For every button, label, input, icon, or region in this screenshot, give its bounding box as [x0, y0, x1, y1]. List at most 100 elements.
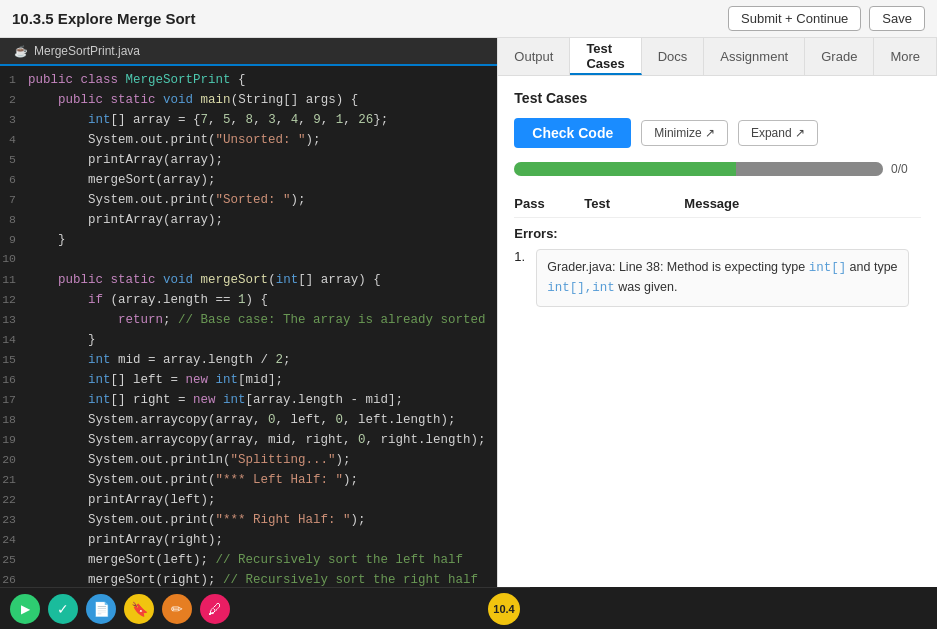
line-number: 7 — [0, 191, 28, 209]
line-code: if (array.length == 1) { — [28, 290, 268, 310]
save-button[interactable]: Save — [869, 6, 925, 31]
line-number: 12 — [0, 291, 28, 309]
code-line: 23 System.out.print("*** Right Half: "); — [0, 510, 497, 530]
code-line: 19 System.arraycopy(array, mid, right, 0… — [0, 430, 497, 450]
java-icon: ☕ — [14, 45, 28, 58]
error-type1: int[] — [809, 261, 847, 275]
version-number: 10.4 — [488, 593, 520, 625]
line-number: 22 — [0, 491, 28, 509]
tab-nav: OutputTest CasesDocsAssignmentGradeMore — [498, 38, 937, 76]
code-line: 1public class MergeSortPrint { — [0, 70, 497, 90]
code-line: 21 System.out.print("*** Left Half: "); — [0, 470, 497, 490]
code-line: 16 int[] left = new int[mid]; — [0, 370, 497, 390]
code-line: 2 public static void main(String[] args)… — [0, 90, 497, 110]
header-message: Message — [684, 196, 921, 211]
errors-title: Errors: — [514, 226, 921, 241]
tab-assignment[interactable]: Assignment — [704, 38, 805, 75]
line-number: 25 — [0, 551, 28, 569]
line-number: 4 — [0, 131, 28, 149]
submit-continue-button[interactable]: Submit + Continue — [728, 6, 861, 31]
line-number: 20 — [0, 451, 28, 469]
tab-test-cases[interactable]: Test Cases — [570, 38, 641, 75]
tab-docs[interactable]: Docs — [642, 38, 705, 75]
line-code: System.out.print("*** Right Half: "); — [28, 510, 366, 530]
check-code-button[interactable]: Check Code — [514, 118, 631, 148]
top-bar: 10.3.5 Explore Merge Sort Submit + Conti… — [0, 0, 937, 38]
results-header: Pass Test Message — [514, 190, 921, 218]
line-number: 19 — [0, 431, 28, 449]
right-panel: OutputTest CasesDocsAssignmentGradeMore … — [497, 38, 937, 587]
line-code: printArray(array); — [28, 150, 223, 170]
bookmark-button[interactable]: 🔖 — [124, 594, 154, 624]
highlight-button[interactable]: 🖊 — [200, 594, 230, 624]
check-button[interactable]: ✓ — [48, 594, 78, 624]
code-line: 13 return; // Base case: The array is al… — [0, 310, 497, 330]
progress-bar — [514, 162, 883, 176]
line-number: 6 — [0, 171, 28, 189]
line-number: 3 — [0, 111, 28, 129]
error-text-mid: and type — [846, 260, 897, 274]
line-code: public static void main(String[] args) { — [28, 90, 358, 110]
doc-button[interactable]: 📄 — [86, 594, 116, 624]
line-number: 16 — [0, 371, 28, 389]
error-box: Grader.java: Line 38: Method is expectin… — [536, 249, 908, 307]
video-button[interactable]: ▶ — [10, 594, 40, 624]
minimize-button[interactable]: Minimize ↗ — [641, 120, 728, 146]
code-line: 9 } — [0, 230, 497, 250]
line-number: 18 — [0, 411, 28, 429]
header-pass: Pass — [514, 196, 584, 211]
line-number: 9 — [0, 231, 28, 249]
error-text-before: Grader.java: Line 38: Method is expectin… — [547, 260, 808, 274]
code-editor[interactable]: 1public class MergeSortPrint {2 public s… — [0, 66, 497, 587]
line-code: System.out.print("*** Left Half: "); — [28, 470, 358, 490]
line-code: printArray(array); — [28, 210, 223, 230]
line-number: 5 — [0, 151, 28, 169]
line-code: public static void mergeSort(int[] array… — [28, 270, 381, 290]
line-code: int[] array = {7, 5, 8, 3, 4, 9, 1, 26}; — [28, 110, 388, 130]
expand-button[interactable]: Expand ↗ — [738, 120, 818, 146]
file-tab[interactable]: ☕ MergeSortPrint.java — [0, 38, 497, 66]
test-cases-panel: Test Cases Check Code Minimize ↗ Expand … — [498, 76, 937, 587]
error-text-after: was given. — [615, 280, 678, 294]
code-line: 6 mergeSort(array); — [0, 170, 497, 190]
code-line: 5 printArray(array); — [0, 150, 497, 170]
check-code-row: Check Code Minimize ↗ Expand ↗ — [514, 118, 921, 148]
line-code: System.out.print("Unsorted: "); — [28, 130, 321, 150]
line-number: 26 — [0, 571, 28, 587]
code-line: 20 System.out.println("Splitting..."); — [0, 450, 497, 470]
code-line: 10 — [0, 250, 497, 270]
code-line: 14 } — [0, 330, 497, 350]
tab-grade[interactable]: Grade — [805, 38, 874, 75]
code-line: 22 printArray(left); — [0, 490, 497, 510]
main-layout: ☕ MergeSortPrint.java 1public class Merg… — [0, 38, 937, 587]
line-code: public class MergeSortPrint { — [28, 70, 246, 90]
line-code: mergeSort(right); // Recursively sort th… — [28, 570, 478, 587]
line-code: } — [28, 230, 66, 250]
line-code: mergeSort(array); — [28, 170, 216, 190]
line-number: 1 — [0, 71, 28, 89]
bottom-toolbar: ▶ ✓ 📄 🔖 ✏ 🖊 10.4 — [0, 587, 530, 629]
code-line: 26 mergeSort(right); // Recursively sort… — [0, 570, 497, 587]
line-code: printArray(right); — [28, 530, 223, 550]
line-code: System.out.print("Sorted: "); — [28, 190, 306, 210]
tab-more[interactable]: More — [874, 38, 937, 75]
code-line: 7 System.out.print("Sorted: "); — [0, 190, 497, 210]
line-code: System.out.println("Splitting..."); — [28, 450, 351, 470]
code-line: 8 printArray(array); — [0, 210, 497, 230]
pen-button[interactable]: ✏ — [162, 594, 192, 624]
tab-output[interactable]: Output — [498, 38, 570, 75]
progress-label: 0/0 — [891, 162, 921, 176]
code-line: 12 if (array.length == 1) { — [0, 290, 497, 310]
code-line: 15 int mid = array.length / 2; — [0, 350, 497, 370]
line-number: 2 — [0, 91, 28, 109]
code-line: 4 System.out.print("Unsorted: "); — [0, 130, 497, 150]
line-number: 15 — [0, 351, 28, 369]
progress-grey — [736, 162, 883, 176]
header-test: Test — [584, 196, 684, 211]
line-number: 11 — [0, 271, 28, 289]
line-code: printArray(left); — [28, 490, 216, 510]
code-line: 18 System.arraycopy(array, 0, left, 0, l… — [0, 410, 497, 430]
error-num: 1. — [514, 249, 530, 264]
line-number: 8 — [0, 211, 28, 229]
line-code: } — [28, 330, 96, 350]
